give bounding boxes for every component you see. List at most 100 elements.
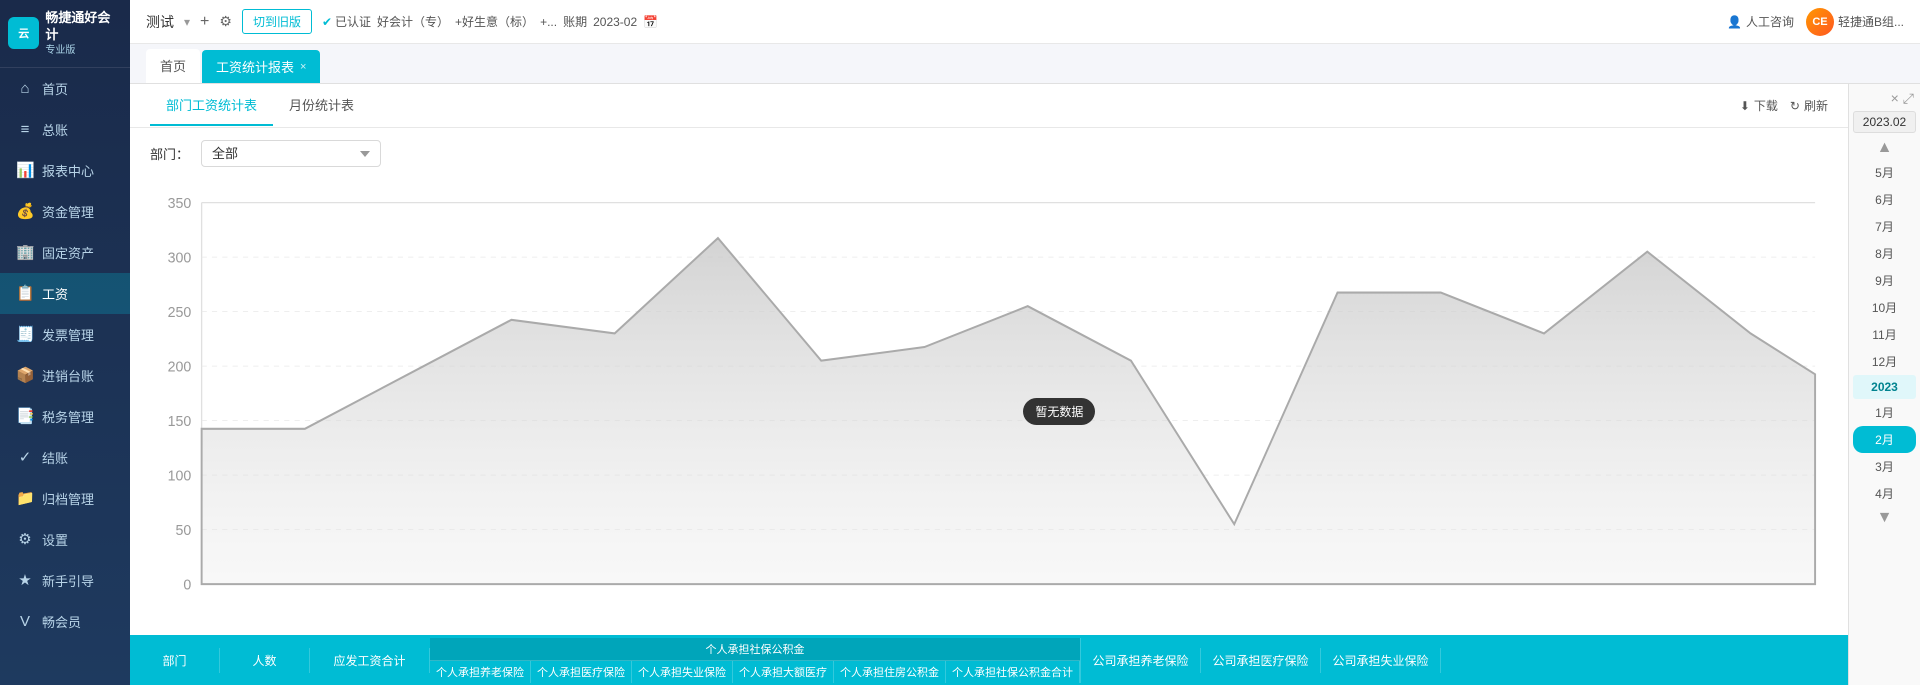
guide-icon: ★ [16, 571, 34, 589]
period-value: 2023-02 [593, 15, 637, 29]
col-company-unemployment: 公司承担失业保险 [1321, 648, 1441, 673]
main-area: 测试 ▾ + ⚙ 切到旧版 ✔ 已认证 好会计（专） +好生意（标） +... … [130, 0, 1920, 685]
sidebar-item-label: 固定资产 [42, 243, 114, 262]
sidebar: 云 畅捷通好会计 专业版 ⌂ 首页 ≡ 总账 📊 报表中心 💰 资金管理 🏢 固… [0, 0, 130, 685]
month-item-jan[interactable]: 1月 [1853, 399, 1917, 426]
dept-filter-select[interactable]: 全部 研发部 销售部 行政部 财务部 [201, 140, 381, 167]
sidebar-item-label: 畅会员 [42, 612, 114, 631]
download-button[interactable]: ⬇ 下载 [1740, 97, 1778, 114]
tab-close-icon[interactable]: × [300, 61, 306, 73]
consult-icon: 👤 [1727, 15, 1742, 29]
month-item-feb[interactable]: 2月 [1853, 426, 1917, 453]
app-logo-text: 畅捷通好会计 专业版 [45, 10, 122, 57]
month-item-11[interactable]: 11月 [1853, 321, 1917, 348]
date-nav-down-icon[interactable]: ▼ [1875, 507, 1895, 529]
human-consult-button[interactable]: 👤 人工咨询 [1727, 13, 1794, 30]
svg-text:350: 350 [168, 196, 192, 212]
month-item-12[interactable]: 12月 [1853, 348, 1917, 375]
month-item-5[interactable]: 5月 [1853, 159, 1917, 186]
tab-salary-report[interactable]: 工资统计报表 × [202, 50, 320, 83]
tax-icon: 📑 [16, 407, 34, 425]
sub-tab-dept-salary-label: 部门工资统计表 [166, 98, 257, 113]
fund-icon: 💰 [16, 202, 34, 220]
sales-icon: 📦 [16, 366, 34, 384]
col-total-salary: 应发工资合计 [310, 648, 430, 673]
svg-text:0: 0 [183, 577, 191, 593]
report-icon: 📊 [16, 161, 34, 179]
gear-button[interactable]: ⚙ [219, 13, 232, 30]
sub-tab-monthly-stats[interactable]: 月份统计表 [273, 85, 370, 126]
app-logo-icon: 云 [8, 17, 39, 49]
col-personal-pension: 个人承担养老保险 [430, 661, 531, 683]
svg-text:300: 300 [168, 250, 192, 266]
col-personal-housing-fund: 个人承担住房公积金 [834, 661, 946, 683]
switch-old-version-button[interactable]: 切到旧版 [242, 9, 312, 34]
sidebar-item-label: 新手引导 [42, 571, 114, 590]
tab-home[interactable]: 首页 [146, 49, 200, 83]
settings-icon: ⚙ [16, 530, 34, 548]
date-display: 2023.02 [1853, 111, 1917, 133]
edition-label: 专业版 [45, 44, 122, 57]
sidebar-item-home[interactable]: ⌂ 首页 [0, 68, 130, 109]
col-personal-unemployment: 个人承担失业保险 [632, 661, 733, 683]
svg-text:100: 100 [168, 468, 192, 484]
sidebar-item-label: 归档管理 [42, 489, 114, 508]
sidebar-item-general-ledger[interactable]: ≡ 总账 [0, 109, 130, 150]
sidebar-item-settings[interactable]: ⚙ 设置 [0, 519, 130, 560]
col-headcount: 人数 [220, 648, 310, 673]
main-content: 部门工资统计表 月份统计表 ⬇ 下载 ↻ 刷新 [130, 84, 1848, 685]
sub-tab-dept-salary[interactable]: 部门工资统计表 [150, 85, 273, 126]
refresh-button[interactable]: ↻ 刷新 [1790, 97, 1828, 114]
sidebar-item-label: 工资 [42, 284, 114, 303]
month-item-8[interactable]: 8月 [1853, 240, 1917, 267]
sub-tabs-actions: ⬇ 下载 ↻ 刷新 [1740, 97, 1828, 114]
certified-badge: ✔ 已认证 [322, 13, 371, 30]
user-avatar: CE [1806, 8, 1834, 36]
sidebar-item-fund-mgmt[interactable]: 💰 资金管理 [0, 191, 130, 232]
refresh-icon: ↻ [1790, 99, 1800, 113]
sub-tabs: 部门工资统计表 月份统计表 ⬇ 下载 ↻ 刷新 [130, 84, 1848, 128]
add-button[interactable]: + [200, 13, 209, 31]
tab-home-label: 首页 [160, 56, 186, 75]
user-avatar-area[interactable]: CE 轻捷通B组... [1806, 8, 1904, 36]
date-nav-up-icon[interactable]: ▲ [1875, 137, 1895, 159]
period-label: 账期 [563, 13, 587, 30]
sidebar-logo: 云 畅捷通好会计 专业版 [0, 0, 130, 68]
product-badge-more: +... [540, 15, 557, 29]
col-group-personal-insurance: 个人承担社保公积金 个人承担养老保险 个人承担医疗保险 个人承担失业保险 个人承… [430, 638, 1081, 683]
svg-text:50: 50 [176, 523, 192, 539]
month-item-mar[interactable]: 3月 [1853, 453, 1917, 480]
filter-bar: 部门： 全部 研发部 销售部 行政部 财务部 [130, 128, 1848, 179]
month-item-7[interactable]: 7月 [1853, 213, 1917, 240]
month-item-6[interactable]: 6月 [1853, 186, 1917, 213]
home-icon: ⌂ [16, 80, 34, 97]
sidebar-item-new-guide[interactable]: ★ 新手引导 [0, 560, 130, 601]
calendar-icon[interactable]: 📅 [643, 15, 658, 29]
sub-tab-monthly-stats-label: 月份统计表 [289, 98, 354, 113]
tabs-bar: 首页 工资统计报表 × [130, 44, 1920, 84]
sidebar-item-tax-mgmt[interactable]: 📑 税务管理 [0, 396, 130, 437]
sidebar-item-label: 设置 [42, 530, 114, 549]
month-item-10[interactable]: 10月 [1853, 294, 1917, 321]
dropdown-arrow-icon[interactable]: ▾ [184, 15, 190, 29]
panel-expand-icon[interactable]: ⤢ [1903, 90, 1914, 107]
month-item-apr[interactable]: 4月 [1853, 480, 1917, 507]
sidebar-item-membership[interactable]: V 畅会员 [0, 601, 130, 642]
sidebar-item-sales-ledger[interactable]: 📦 进销台账 [0, 355, 130, 396]
sidebar-item-fixed-assets[interactable]: 🏢 固定资产 [0, 232, 130, 273]
sidebar-item-settlement[interactable]: ✓ 结账 [0, 437, 130, 478]
sidebar-item-label: 报表中心 [42, 161, 114, 180]
col-personal-total: 个人承担社保公积金合计 [946, 661, 1080, 683]
product-badge-2: +好生意（标） [455, 13, 534, 30]
svg-text:150: 150 [168, 414, 192, 430]
sidebar-item-report-center[interactable]: 📊 报表中心 [0, 150, 130, 191]
month-item-9[interactable]: 9月 [1853, 267, 1917, 294]
panel-close-icon[interactable]: × [1891, 90, 1899, 107]
sidebar-item-invoice-mgmt[interactable]: 🧾 发票管理 [0, 314, 130, 355]
sidebar-item-salary[interactable]: 📋 工资 [0, 273, 130, 314]
col-company-medical: 公司承担医疗保险 [1201, 648, 1321, 673]
sidebar-item-label: 首页 [42, 79, 114, 98]
sidebar-item-archive-mgmt[interactable]: 📁 归档管理 [0, 478, 130, 519]
content-area: 部门工资统计表 月份统计表 ⬇ 下载 ↻ 刷新 [130, 84, 1920, 685]
svg-text:250: 250 [168, 305, 192, 321]
